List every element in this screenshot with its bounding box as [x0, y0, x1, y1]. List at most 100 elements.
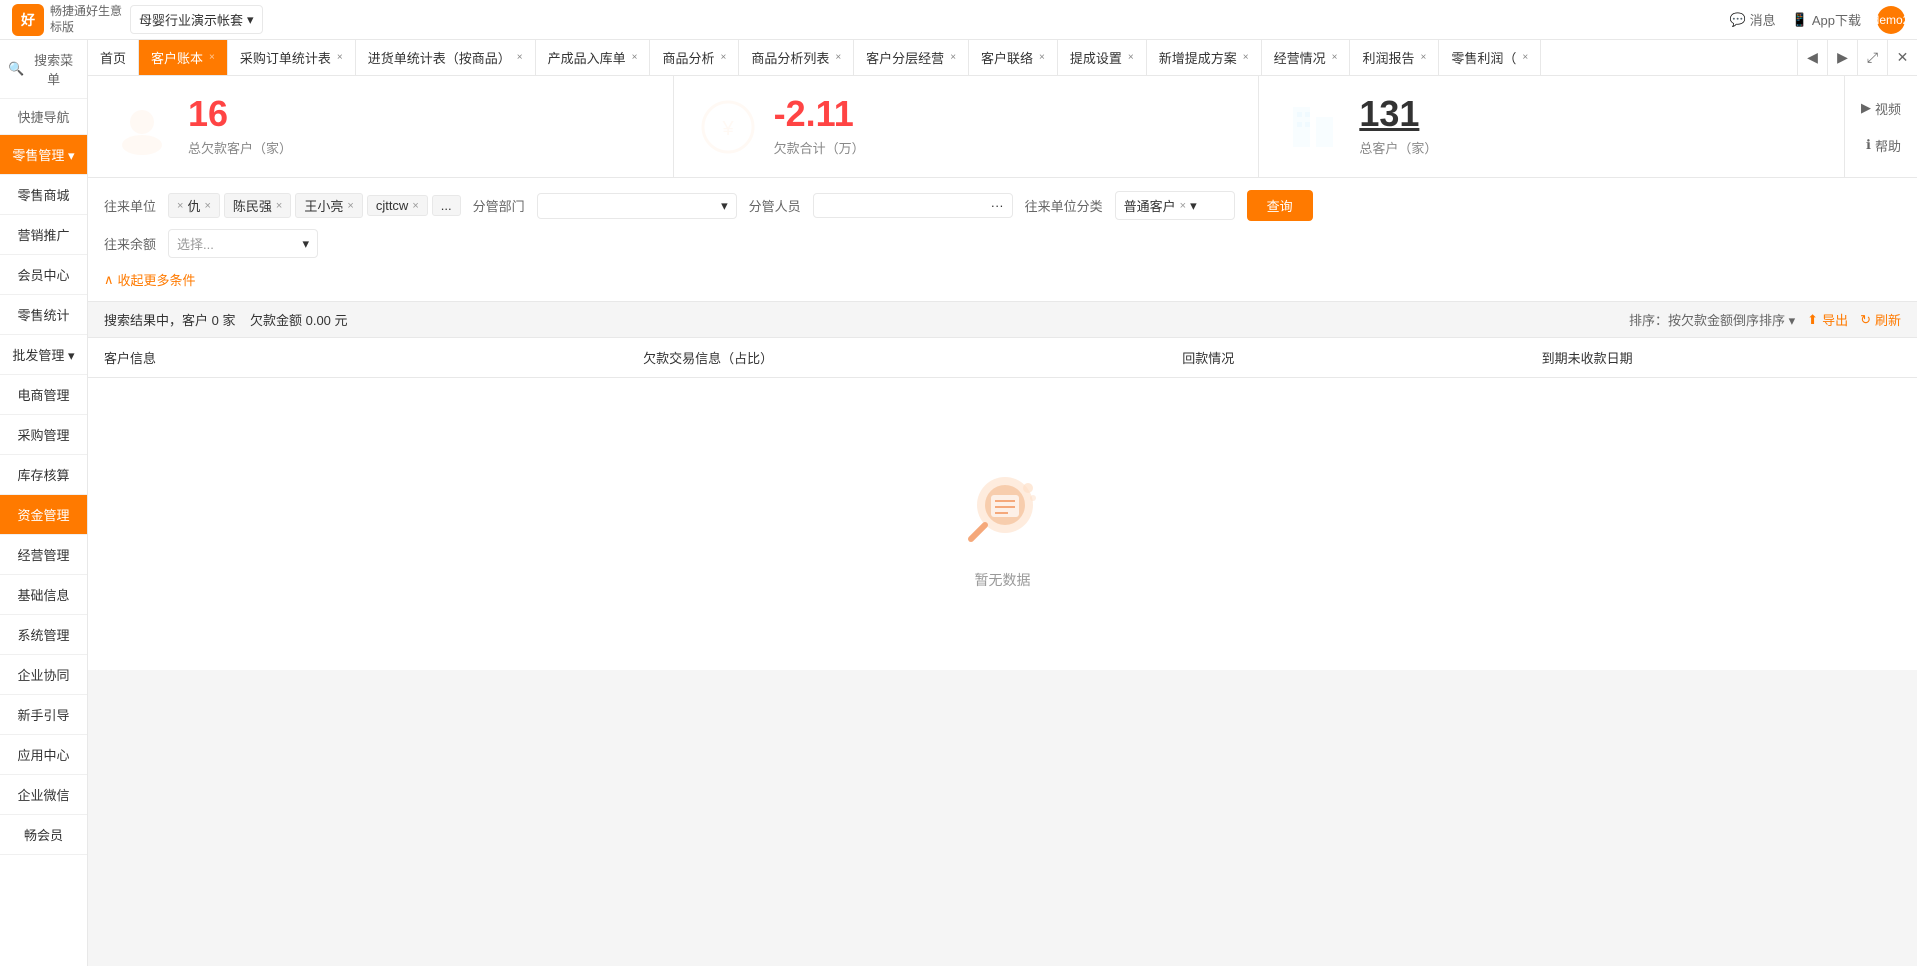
- sort-selector[interactable]: 排序：按欠款金额倒序排序 ▾: [1629, 310, 1795, 329]
- tab-close-icon[interactable]: ×: [1522, 52, 1528, 63]
- sidebar-item-retail-mgmt[interactable]: 零售管理 ▾: [0, 135, 87, 175]
- stat-info-customers: 16 总欠款客户（家）: [188, 96, 292, 157]
- chevron-down-icon: ▾: [302, 236, 309, 252]
- export-button[interactable]: ⬆ 导出: [1807, 310, 1848, 329]
- chevron-down-icon: ▾: [247, 12, 254, 28]
- results-info: 搜索结果中，客户 0 家 欠款金额 0.00 元: [104, 310, 348, 329]
- results-actions: 排序：按欠款金额倒序排序 ▾ ⬆ 导出 ↻ 刷新: [1629, 310, 1901, 329]
- tag-remove-icon[interactable]: ×: [1180, 200, 1186, 212]
- sidebar-search-area: 🔍 搜索菜单: [0, 40, 87, 99]
- sidebar-item-retail-stat[interactable]: 零售统计: [0, 295, 87, 335]
- video-help-button[interactable]: ▶ 视频: [1861, 99, 1901, 118]
- tab-close-icon[interactable]: ×: [337, 52, 343, 63]
- tab-close-icon[interactable]: ×: [1128, 52, 1134, 63]
- logo-text: 畅捷通好生意 标版: [50, 4, 122, 35]
- search-button[interactable]: 查询: [1247, 190, 1313, 221]
- tab-prev-button[interactable]: ◀: [1797, 40, 1827, 76]
- person-selector[interactable]: ···: [813, 193, 1013, 218]
- refresh-icon: ↻: [1860, 312, 1871, 328]
- search-menu-button[interactable]: 🔍 搜索菜单: [8, 50, 79, 88]
- sidebar-item-capital-mgmt[interactable]: 资金管理: [0, 495, 87, 535]
- app-download-button[interactable]: 📱 App下载: [1792, 10, 1861, 29]
- tab-close-icon[interactable]: ×: [1243, 52, 1249, 63]
- tab-close-icon[interactable]: ×: [950, 52, 956, 63]
- page-content: 16 总欠款客户（家） ¥ -2.11 欠款合计（万）: [88, 76, 1917, 966]
- tab-next-button[interactable]: ▶: [1827, 40, 1857, 76]
- building-icon: [1283, 97, 1343, 157]
- sidebar-item-basic-info[interactable]: 基础信息: [0, 575, 87, 615]
- sidebar: 🔍 搜索菜单 快捷导航 零售管理 ▾ 零售商城 营销推广 会员中心 零售统计 批…: [0, 40, 88, 966]
- tab-customer-contact[interactable]: 客户联络 ×: [969, 40, 1058, 76]
- more-tags-button[interactable]: ...: [432, 195, 461, 216]
- tab-close-icon[interactable]: ×: [209, 52, 215, 63]
- tab-product-analysis[interactable]: 商品分析 ×: [650, 40, 739, 76]
- sidebar-item-wholesale-mgmt[interactable]: 批发管理 ▾: [0, 335, 87, 375]
- tab-bar: 首页 客户账本 × 采购订单统计表 × 进货单统计表（按商品） × 产成品入库单…: [88, 40, 1917, 76]
- sidebar-item-retail-shop[interactable]: 零售商城: [0, 175, 87, 215]
- tab-purchase-stat-by-product[interactable]: 进货单统计表（按商品） ×: [356, 40, 536, 76]
- top-bar: 好 畅捷通好生意 标版 母婴行业演示帐套 ▾ 💬 消息 📱 App下载 demo…: [0, 0, 1917, 40]
- tab-profit-report[interactable]: 利润报告 ×: [1350, 40, 1439, 76]
- tab-retail-profit[interactable]: 零售利润（ ×: [1439, 40, 1541, 76]
- top-bar-right: 💬 消息 📱 App下载 demo2: [1729, 6, 1905, 34]
- tab-promotion-setting[interactable]: 提成设置 ×: [1058, 40, 1147, 76]
- debt-icon: ¥: [698, 97, 758, 157]
- help-button[interactable]: ℹ 帮助: [1866, 136, 1901, 155]
- tab-new-promotion[interactable]: 新增提成方案 ×: [1147, 40, 1262, 76]
- tab-close-all-button[interactable]: ✕: [1887, 40, 1917, 76]
- tag-remove-icon[interactable]: ×: [347, 200, 353, 212]
- sidebar-item-marketing[interactable]: 营销推广: [0, 215, 87, 255]
- store-selector[interactable]: 母婴行业演示帐套 ▾: [130, 5, 263, 34]
- tab-customer-layer[interactable]: 客户分层经营 ×: [854, 40, 969, 76]
- empty-state: 暂无数据: [88, 378, 1917, 670]
- sidebar-item-enterprise-collab[interactable]: 企业协同: [0, 655, 87, 695]
- messages-button[interactable]: 💬 消息: [1729, 10, 1775, 29]
- empty-text: 暂无数据: [975, 570, 1031, 590]
- tab-close-icon[interactable]: ×: [1332, 52, 1338, 63]
- filter-area: 往来单位 × 仇 × 陈民强 × 王小亮 ×: [88, 178, 1917, 302]
- sidebar-item-ecommerce-mgmt[interactable]: 电商管理: [0, 375, 87, 415]
- sidebar-item-enterprise-wechat[interactable]: 企业微信: [0, 775, 87, 815]
- tag-remove-icon[interactable]: ×: [276, 200, 282, 212]
- tab-home[interactable]: 首页: [88, 40, 139, 76]
- sidebar-item-vip-member[interactable]: 畅会员: [0, 815, 87, 855]
- sidebar-item-new-guide[interactable]: 新手引导: [0, 695, 87, 735]
- sidebar-item-app-center[interactable]: 应用中心: [0, 735, 87, 775]
- tag-remove-icon[interactable]: ×: [204, 200, 210, 212]
- chevron-down-icon: ▾: [721, 198, 728, 214]
- collapse-button[interactable]: ∧ 收起更多条件: [104, 270, 1901, 289]
- tab-close-icon[interactable]: ×: [835, 52, 841, 63]
- table-header-customer-info: 客户信息: [104, 348, 643, 367]
- tab-close-icon[interactable]: ×: [720, 52, 726, 63]
- chevron-down-icon: ▾: [68, 348, 75, 363]
- tab-customer-cost[interactable]: 客户账本 ×: [139, 40, 228, 76]
- tag-remove-icon[interactable]: ×: [177, 200, 183, 212]
- tab-close-icon[interactable]: ×: [1420, 52, 1426, 63]
- unit-class-label: 往来单位分类: [1025, 196, 1103, 215]
- quick-nav-button[interactable]: 快捷导航: [0, 99, 87, 135]
- tab-close-icon[interactable]: ×: [517, 52, 523, 63]
- download-icon: 📱: [1792, 12, 1808, 28]
- unit-class-selector[interactable]: 普通客户 × ▾: [1115, 191, 1235, 220]
- tab-product-analysis-list[interactable]: 商品分析列表 ×: [739, 40, 854, 76]
- tag-remove-icon[interactable]: ×: [412, 200, 418, 212]
- unit-class-tag: 普通客户 ×: [1124, 196, 1186, 215]
- tab-business-status[interactable]: 经营情况 ×: [1262, 40, 1351, 76]
- sidebar-item-system-mgmt[interactable]: 系统管理: [0, 615, 87, 655]
- tab-maximize-button[interactable]: ⤢: [1857, 40, 1887, 76]
- sidebar-item-member-center[interactable]: 会员中心: [0, 255, 87, 295]
- tab-product-in[interactable]: 产成品入库单 ×: [536, 40, 651, 76]
- refresh-button[interactable]: ↻ 刷新: [1860, 310, 1901, 329]
- avatar[interactable]: demo2: [1877, 6, 1905, 34]
- sidebar-item-operation-mgmt[interactable]: 经营管理: [0, 535, 87, 575]
- sidebar-item-purchase-mgmt[interactable]: 采购管理: [0, 415, 87, 455]
- dept-selector[interactable]: ▾: [537, 193, 737, 219]
- chevron-down-icon: ▾: [1190, 198, 1197, 214]
- results-bar: 搜索结果中，客户 0 家 欠款金额 0.00 元 排序：按欠款金额倒序排序 ▾ …: [88, 302, 1917, 338]
- sidebar-item-inventory-check[interactable]: 库存核算: [0, 455, 87, 495]
- balance-selector[interactable]: 选择... ▾: [168, 229, 318, 258]
- tab-purchase-order-stat[interactable]: 采购订单统计表 ×: [228, 40, 356, 76]
- tab-close-icon[interactable]: ×: [632, 52, 638, 63]
- filter-tag-chenminqiang: 陈民强 ×: [224, 193, 291, 218]
- tab-close-icon[interactable]: ×: [1039, 52, 1045, 63]
